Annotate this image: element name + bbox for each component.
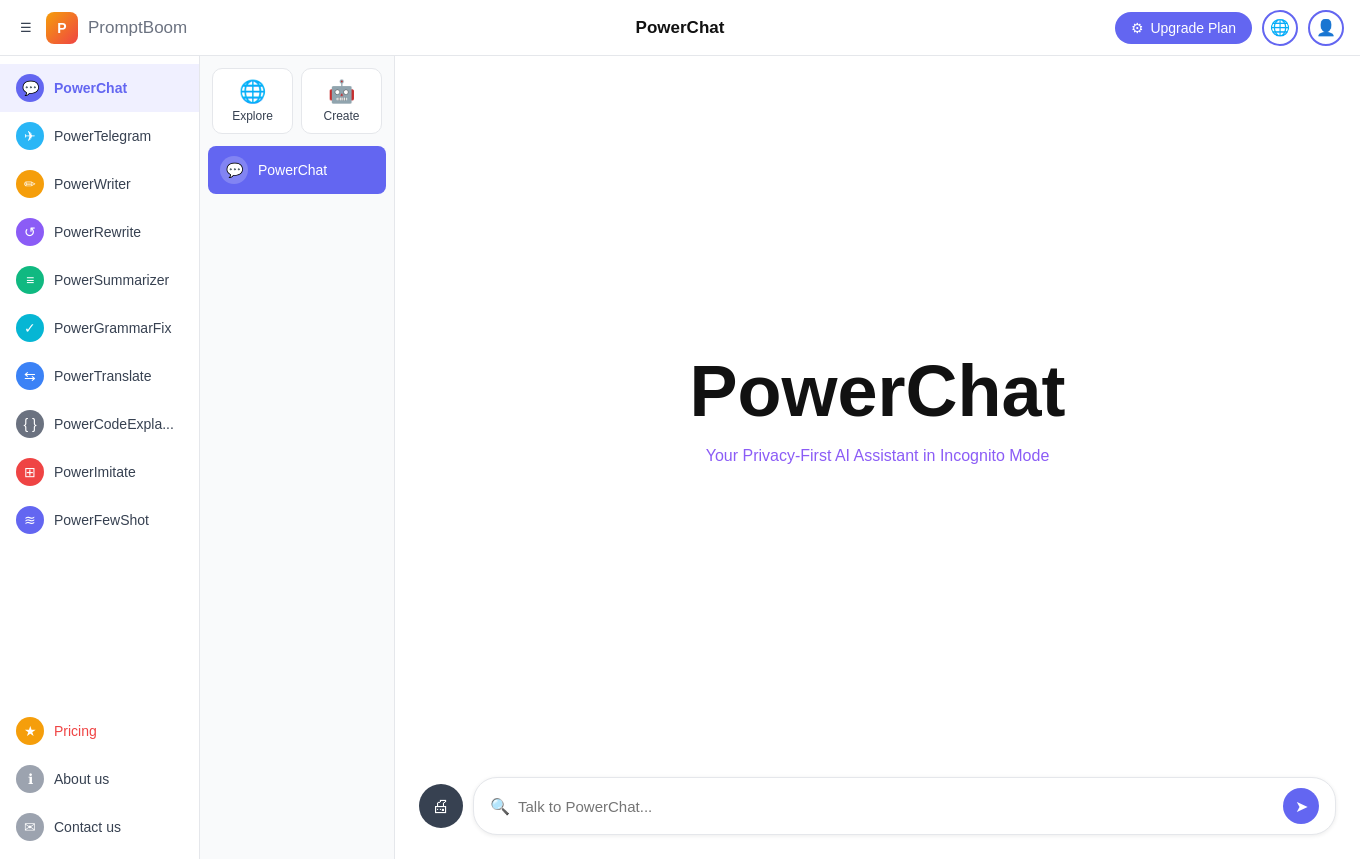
pricing-icon: ★ bbox=[16, 717, 44, 745]
menu-button[interactable]: ☰ bbox=[16, 16, 36, 39]
about-label: About us bbox=[54, 771, 109, 787]
chat-mode-icon: 🖨 bbox=[432, 796, 450, 817]
powerimitate-icon: ⊞ bbox=[16, 458, 44, 486]
powerwriter-label: PowerWriter bbox=[54, 176, 131, 192]
tab-explore[interactable]: 🌐 Explore bbox=[212, 68, 293, 134]
powergrammarfix-label: PowerGrammarFix bbox=[54, 320, 171, 336]
powertranslate-label: PowerTranslate bbox=[54, 368, 152, 384]
content-area: PowerChat Your Privacy-First AI Assistan… bbox=[395, 56, 1360, 859]
powersummarizer-label: PowerSummarizer bbox=[54, 272, 169, 288]
contact-icon: ✉ bbox=[16, 813, 44, 841]
header-left: ☰ P PromptBoom bbox=[16, 12, 187, 44]
chat-bar: 🖨 🔍 ➤ bbox=[395, 761, 1360, 859]
sidebar-item-powerwriter[interactable]: ✏ PowerWriter bbox=[0, 160, 199, 208]
sidebar-item-powercodeexplainer[interactable]: { } PowerCodeExpla... bbox=[0, 400, 199, 448]
sidebar-secondary-items: ★ Pricing ℹ About us ✉ Contact us bbox=[0, 707, 199, 851]
sidebar-item-powerchat[interactable]: 💬 PowerChat bbox=[0, 64, 199, 112]
sidebar-item-powerrewrite[interactable]: ↺ PowerRewrite bbox=[0, 208, 199, 256]
content-body: PowerChat Your Privacy-First AI Assistan… bbox=[395, 56, 1360, 761]
sidebar-item-powerimitate[interactable]: ⊞ PowerImitate bbox=[0, 448, 199, 496]
powerwriter-icon: ✏ bbox=[16, 170, 44, 198]
header-title: PowerChat bbox=[636, 18, 725, 38]
panel-tabs: 🌐 Explore 🤖 Create bbox=[200, 56, 394, 134]
create-label: Create bbox=[323, 109, 359, 123]
chat-mode-button[interactable]: 🖨 bbox=[419, 784, 463, 828]
sidebar-item-powerfewshot[interactable]: ≋ PowerFewShot bbox=[0, 496, 199, 544]
sidebar-item-powertelegram[interactable]: ✈ PowerTelegram bbox=[0, 112, 199, 160]
user-button[interactable]: 👤 bbox=[1308, 10, 1344, 46]
powertelegram-label: PowerTelegram bbox=[54, 128, 151, 144]
explore-label: Explore bbox=[232, 109, 273, 123]
tab-create[interactable]: 🤖 Create bbox=[301, 68, 382, 134]
send-icon: ➤ bbox=[1295, 797, 1308, 816]
powerfewshot-icon: ≋ bbox=[16, 506, 44, 534]
chat-input[interactable] bbox=[518, 798, 1275, 815]
powerrewrite-icon: ↺ bbox=[16, 218, 44, 246]
sidebar: 💬 PowerChat ✈ PowerTelegram ✏ PowerWrite… bbox=[0, 56, 200, 859]
chat-input-wrap: 🔍 ➤ bbox=[473, 777, 1336, 835]
globe-button[interactable]: 🌐 bbox=[1262, 10, 1298, 46]
logo-icon: P bbox=[46, 12, 78, 44]
panel-items: 💬 PowerChat bbox=[200, 134, 394, 206]
powercodeexplainer-label: PowerCodeExpla... bbox=[54, 416, 174, 432]
explore-icon: 🌐 bbox=[239, 79, 266, 105]
pricing-label: Pricing bbox=[54, 723, 97, 739]
upgrade-button[interactable]: ⚙ Upgrade Plan bbox=[1115, 12, 1252, 44]
content-title: PowerChat bbox=[689, 352, 1065, 431]
powertranslate-icon: ⇆ bbox=[16, 362, 44, 390]
powersummarizer-icon: ≡ bbox=[16, 266, 44, 294]
send-button[interactable]: ➤ bbox=[1283, 788, 1319, 824]
main-layout: 💬 PowerChat ✈ PowerTelegram ✏ PowerWrite… bbox=[0, 56, 1360, 859]
powerrewrite-label: PowerRewrite bbox=[54, 224, 141, 240]
header: ☰ P PromptBoom PowerChat ⚙ Upgrade Plan … bbox=[0, 0, 1360, 56]
contact-label: Contact us bbox=[54, 819, 121, 835]
panel-active-item[interactable]: 💬 PowerChat bbox=[208, 146, 386, 194]
panel-item-emoji: 💬 bbox=[226, 162, 243, 178]
powergrammarfix-icon: ✓ bbox=[16, 314, 44, 342]
sidebar-item-about[interactable]: ℹ About us bbox=[0, 755, 199, 803]
brand-name: PromptBoom bbox=[88, 18, 187, 38]
sidebar-main-items: 💬 PowerChat ✈ PowerTelegram ✏ PowerWrite… bbox=[0, 64, 199, 544]
upgrade-label: Upgrade Plan bbox=[1150, 20, 1236, 36]
powerchat-icon: 💬 bbox=[16, 74, 44, 102]
powerimitate-label: PowerImitate bbox=[54, 464, 136, 480]
upgrade-icon: ⚙ bbox=[1131, 20, 1144, 36]
search-icon: 🔍 bbox=[490, 797, 510, 816]
user-icon: 👤 bbox=[1316, 18, 1336, 37]
brand-prompt: Prompt bbox=[88, 18, 143, 37]
brand-boom: Boom bbox=[143, 18, 187, 37]
secondary-panel: 🌐 Explore 🤖 Create 💬 PowerChat bbox=[200, 56, 395, 859]
powerfewshot-label: PowerFewShot bbox=[54, 512, 149, 528]
sidebar-item-powersummarizer[interactable]: ≡ PowerSummarizer bbox=[0, 256, 199, 304]
sidebar-item-contact[interactable]: ✉ Contact us bbox=[0, 803, 199, 851]
panel-item-icon: 💬 bbox=[220, 156, 248, 184]
header-right: ⚙ Upgrade Plan 🌐 👤 bbox=[1115, 10, 1344, 46]
globe-icon: 🌐 bbox=[1270, 18, 1290, 37]
content-subtitle: Your Privacy-First AI Assistant in Incog… bbox=[706, 447, 1050, 465]
create-icon: 🤖 bbox=[328, 79, 355, 105]
sidebar-item-powergrammarfix[interactable]: ✓ PowerGrammarFix bbox=[0, 304, 199, 352]
powertelegram-icon: ✈ bbox=[16, 122, 44, 150]
powerchat-label: PowerChat bbox=[54, 80, 127, 96]
sidebar-item-powertranslate[interactable]: ⇆ PowerTranslate bbox=[0, 352, 199, 400]
menu-icon: ☰ bbox=[20, 20, 32, 35]
about-icon: ℹ bbox=[16, 765, 44, 793]
panel-item-label: PowerChat bbox=[258, 162, 327, 178]
sidebar-item-pricing[interactable]: ★ Pricing bbox=[0, 707, 199, 755]
powercodeexplainer-icon: { } bbox=[16, 410, 44, 438]
